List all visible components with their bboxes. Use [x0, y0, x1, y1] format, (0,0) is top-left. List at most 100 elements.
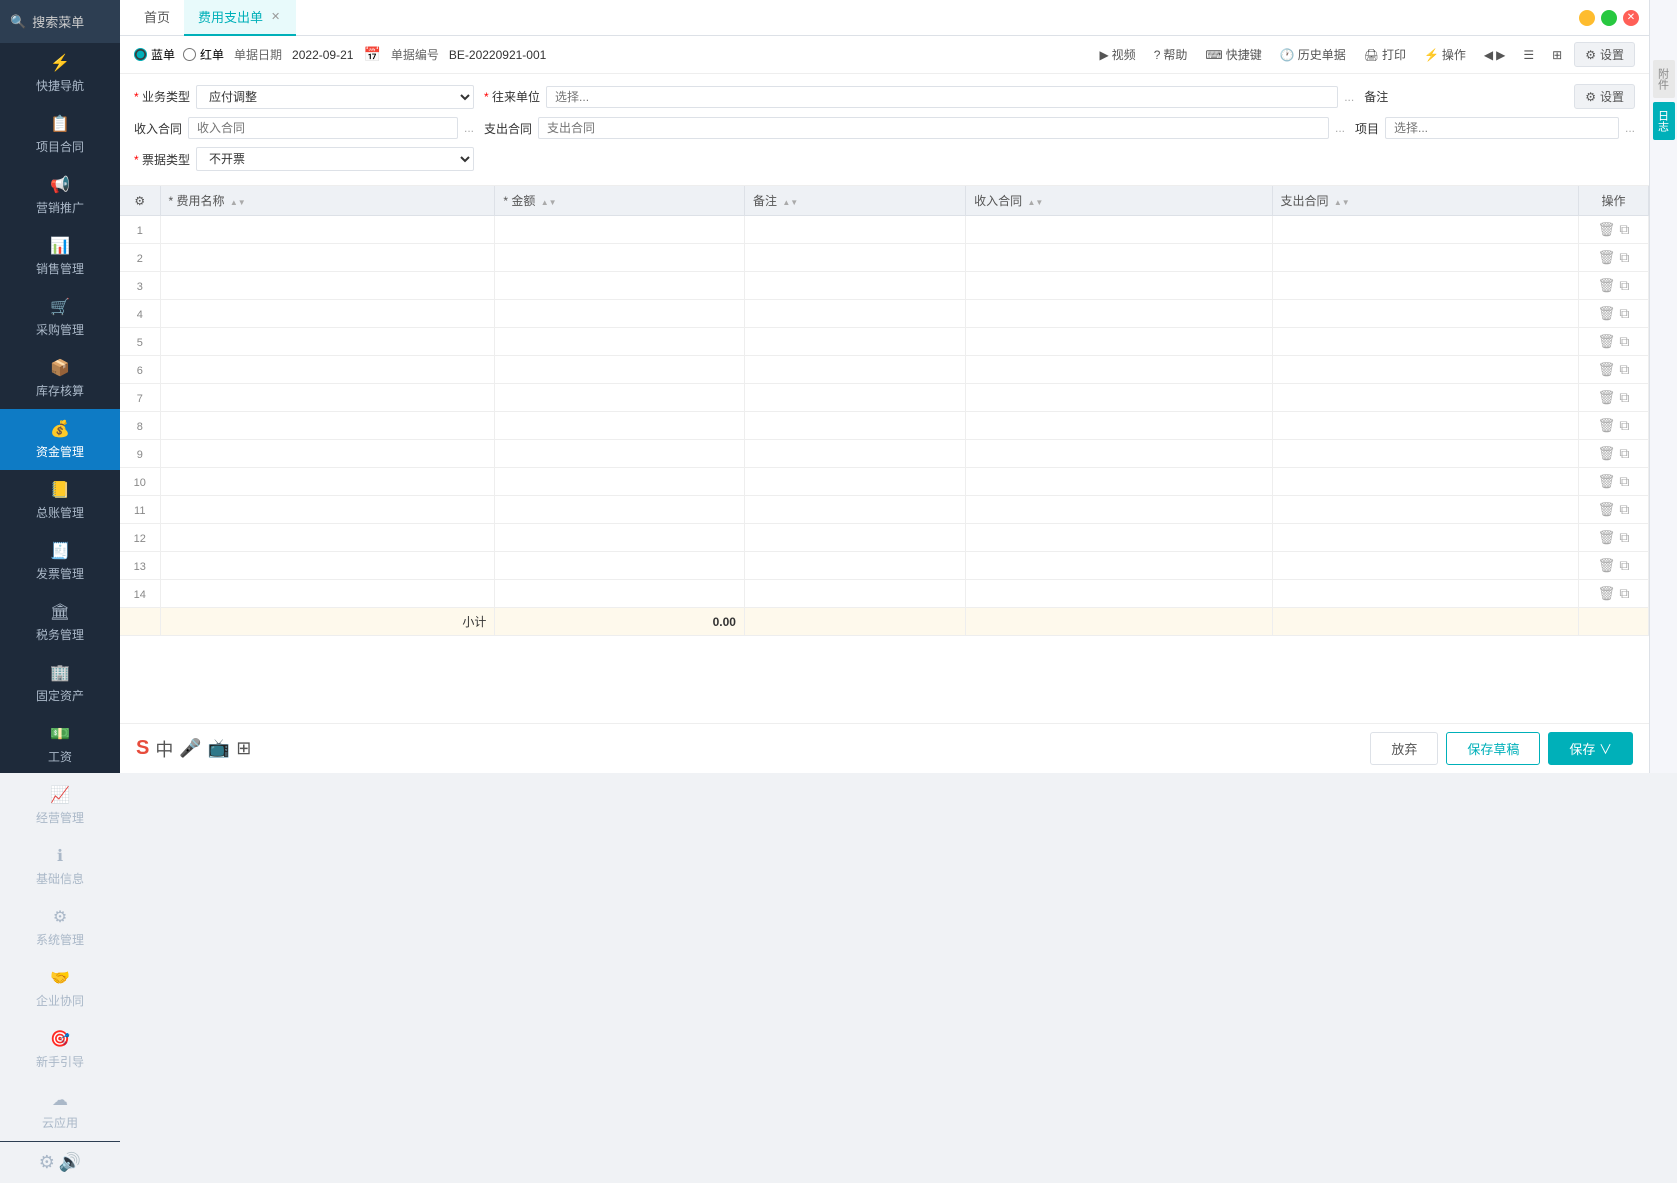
close-button[interactable]: ✕: [1623, 10, 1639, 26]
remark-cell-10[interactable]: [744, 468, 965, 496]
biz-type-select[interactable]: 应付调整: [196, 85, 474, 109]
history-btn[interactable]: 🕐 历史单据: [1274, 43, 1352, 66]
delete-row-11[interactable]: 🗑: [1598, 501, 1616, 518]
sidebar-item-inventory[interactable]: 📦库存核算: [0, 348, 120, 409]
income-contract-cell-10[interactable]: [966, 468, 1272, 496]
project-input[interactable]: [1385, 117, 1619, 139]
delete-row-1[interactable]: 🗑: [1598, 221, 1616, 238]
abandon-button[interactable]: 放弃: [1370, 732, 1438, 765]
expense-name-cell-4[interactable]: [160, 300, 495, 328]
remark-cell-7[interactable]: [744, 384, 965, 412]
income-contract-cell-4[interactable]: [966, 300, 1272, 328]
expense-name-cell-12[interactable]: [160, 524, 495, 552]
copy-row-10[interactable]: ⧉: [1619, 473, 1629, 490]
expense-contract-cell-9[interactable]: [1272, 440, 1578, 468]
income-contract-cell-3[interactable]: [966, 272, 1272, 300]
income-contract-cell-1[interactable]: [966, 216, 1272, 244]
sidebar-item-quick-nav[interactable]: ⚡快捷导航: [0, 43, 120, 104]
amount-cell-12[interactable]: [495, 524, 745, 552]
amount-cell-2[interactable]: [495, 244, 745, 272]
remark-cell-5[interactable]: [744, 328, 965, 356]
remark-cell-13[interactable]: [744, 552, 965, 580]
maximize-button[interactable]: [1601, 10, 1617, 26]
expense-contract-cell-2[interactable]: [1272, 244, 1578, 272]
expense-contract-dots[interactable]: ...: [1335, 121, 1345, 135]
expand-btn[interactable]: ◀ ▶: [1478, 45, 1511, 65]
settings-btn[interactable]: ⚙ 设置: [1574, 42, 1635, 67]
print-btn[interactable]: 🖨 打印: [1358, 43, 1412, 66]
copy-row-3[interactable]: ⧉: [1619, 277, 1629, 294]
amount-cell-3[interactable]: [495, 272, 745, 300]
zhong-icon[interactable]: 中: [155, 736, 173, 762]
sidebar-item-fixed-assets[interactable]: 🏢固定资产: [0, 653, 120, 714]
date-value[interactable]: 2022-09-21: [292, 48, 353, 62]
tab-expense[interactable]: 费用支出单✕: [184, 0, 296, 36]
delete-row-7[interactable]: 🗑: [1598, 389, 1616, 406]
right-panel-log[interactable]: 日志: [1653, 102, 1675, 140]
delete-row-3[interactable]: 🗑: [1598, 277, 1616, 294]
expense-name-cell-1[interactable]: [160, 216, 495, 244]
copy-row-13[interactable]: ⧉: [1619, 557, 1629, 574]
save-draft-button[interactable]: 保存草稿: [1446, 732, 1540, 765]
expense-name-cell-7[interactable]: [160, 384, 495, 412]
delete-row-14[interactable]: 🗑: [1598, 585, 1616, 602]
delete-row-8[interactable]: 🗑: [1598, 417, 1616, 434]
income-contract-cell-2[interactable]: [966, 244, 1272, 272]
expense-name-cell-11[interactable]: [160, 496, 495, 524]
sidebar-item-enterprise[interactable]: 🤝企业协同: [0, 958, 120, 1019]
delete-row-9[interactable]: 🗑: [1598, 445, 1616, 462]
expense-contract-cell-11[interactable]: [1272, 496, 1578, 524]
income-contract-cell-13[interactable]: [966, 552, 1272, 580]
delete-row-5[interactable]: 🗑: [1598, 333, 1616, 350]
th-expense-contract[interactable]: 支出合同 ▲▼: [1272, 186, 1578, 216]
copy-row-2[interactable]: ⧉: [1619, 249, 1629, 266]
amount-cell-4[interactable]: [495, 300, 745, 328]
sidebar-item-invoice[interactable]: 🧾发票管理: [0, 531, 120, 592]
expense-name-cell-10[interactable]: [160, 468, 495, 496]
th-amount[interactable]: * 金额 ▲▼: [495, 186, 745, 216]
copy-row-1[interactable]: ⧉: [1619, 221, 1629, 238]
copy-row-7[interactable]: ⧉: [1619, 389, 1629, 406]
amount-cell-7[interactable]: [495, 384, 745, 412]
remark-cell-9[interactable]: [744, 440, 965, 468]
radio-red-label[interactable]: 红单: [183, 46, 224, 63]
minimize-button[interactable]: [1579, 10, 1595, 26]
remark-cell-11[interactable]: [744, 496, 965, 524]
copy-row-12[interactable]: ⧉: [1619, 529, 1629, 546]
expense-name-cell-8[interactable]: [160, 412, 495, 440]
expense-name-cell-5[interactable]: [160, 328, 495, 356]
th-settings[interactable]: ⚙: [120, 186, 160, 216]
expense-name-cell-6[interactable]: [160, 356, 495, 384]
income-contract-cell-9[interactable]: [966, 440, 1272, 468]
income-contract-input[interactable]: [188, 117, 458, 139]
grid2-icon[interactable]: ⊞: [236, 738, 251, 759]
amount-cell-1[interactable]: [495, 216, 745, 244]
sidebar-item-basic-info[interactable]: ℹ基础信息: [0, 836, 120, 897]
project-dots[interactable]: ...: [1625, 121, 1635, 135]
amount-cell-5[interactable]: [495, 328, 745, 356]
sidebar-item-accounting[interactable]: 📒总账管理: [0, 470, 120, 531]
shortcut-btn[interactable]: ⌨ 快捷键: [1199, 43, 1267, 66]
expense-name-cell-3[interactable]: [160, 272, 495, 300]
remark-cell-14[interactable]: [744, 580, 965, 608]
income-contract-cell-6[interactable]: [966, 356, 1272, 384]
copy-row-5[interactable]: ⧉: [1619, 333, 1629, 350]
form-settings-btn[interactable]: ⚙ 设置: [1574, 84, 1635, 109]
sidebar-item-new-guide[interactable]: 🎯新手引导: [0, 1019, 120, 1080]
video-btn[interactable]: ▶ 视频: [1093, 43, 1141, 66]
delete-row-12[interactable]: 🗑: [1598, 529, 1616, 546]
income-contract-cell-11[interactable]: [966, 496, 1272, 524]
operate-btn[interactable]: ⚡ 操作: [1418, 43, 1472, 66]
copy-row-8[interactable]: ⧉: [1619, 417, 1629, 434]
delete-row-10[interactable]: 🗑: [1598, 473, 1616, 490]
partner-input[interactable]: [546, 86, 1338, 108]
expense-name-cell-2[interactable]: [160, 244, 495, 272]
tab-home[interactable]: 首页: [130, 0, 184, 36]
expense-name-cell-13[interactable]: [160, 552, 495, 580]
income-contract-cell-7[interactable]: [966, 384, 1272, 412]
remark-cell-3[interactable]: [744, 272, 965, 300]
delete-row-2[interactable]: 🗑: [1598, 249, 1616, 266]
amount-cell-11[interactable]: [495, 496, 745, 524]
copy-row-9[interactable]: ⧉: [1619, 445, 1629, 462]
mic-icon[interactable]: 🎤: [179, 738, 201, 759]
